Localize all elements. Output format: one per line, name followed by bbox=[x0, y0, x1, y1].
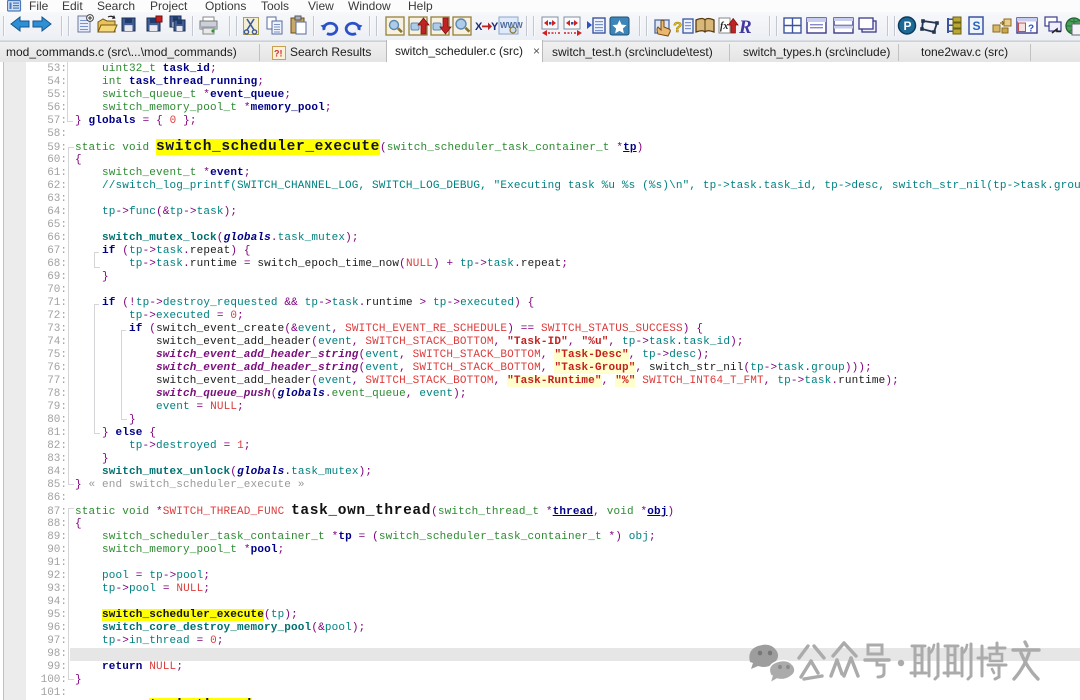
svg-text:Y: Y bbox=[491, 21, 499, 33]
svg-text:?: ? bbox=[673, 19, 682, 36]
svg-text:R: R bbox=[738, 17, 752, 38]
svg-text:fx: fx bbox=[720, 21, 728, 32]
svg-text:?: ? bbox=[1028, 24, 1034, 35]
svg-text:?!: ?! bbox=[274, 49, 283, 59]
svg-text:X: X bbox=[475, 21, 483, 33]
svg-text:S: S bbox=[973, 19, 981, 33]
svg-text:P: P bbox=[904, 19, 912, 33]
